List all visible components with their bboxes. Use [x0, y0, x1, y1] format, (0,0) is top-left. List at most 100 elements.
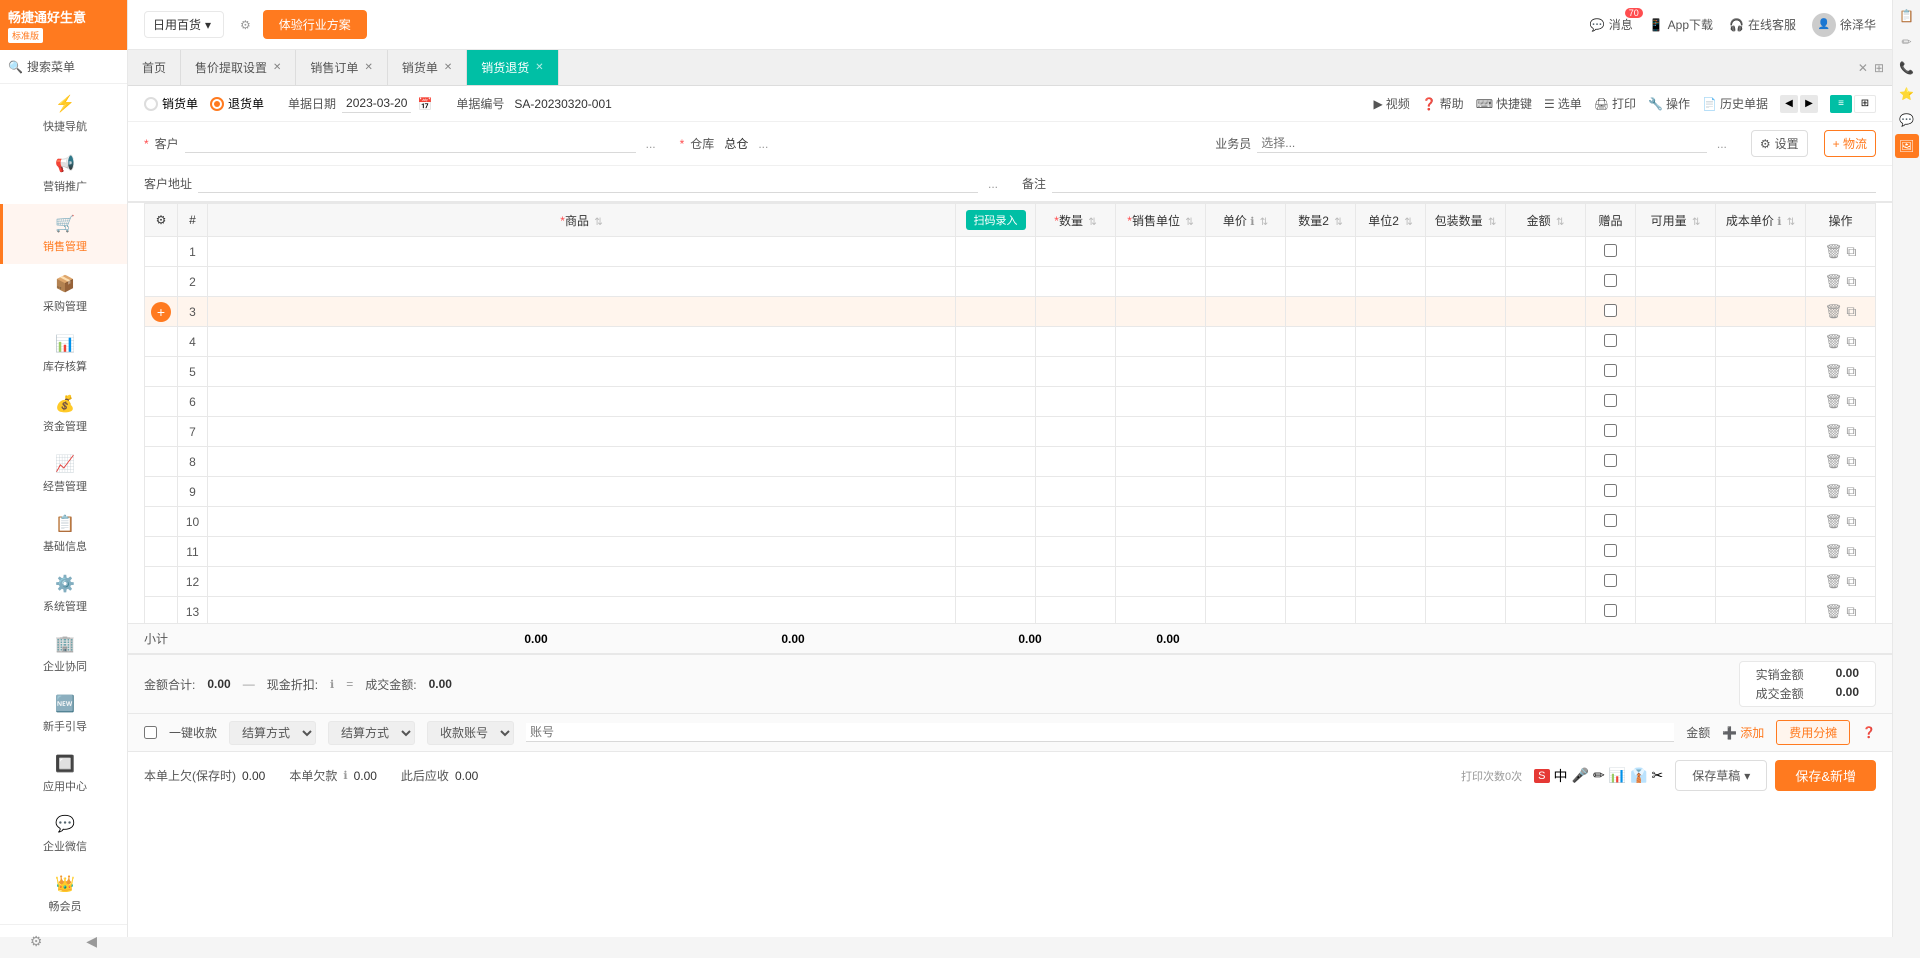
unit-input-10[interactable] — [1122, 515, 1199, 529]
sort-qty2-icon[interactable]: ⇅ — [1334, 217, 1342, 228]
product-cell-12[interactable] — [208, 567, 956, 597]
gift-cell-5[interactable] — [1586, 357, 1636, 387]
amount-cell-6[interactable] — [1506, 387, 1586, 417]
sidebar-item-wechat[interactable]: 💬 企业微信 — [0, 804, 127, 864]
amount-cell-3[interactable] — [1506, 297, 1586, 327]
available-cell-8[interactable] — [1636, 447, 1716, 477]
gift-checkbox-6[interactable] — [1604, 394, 1617, 407]
product-cell-10[interactable] — [208, 507, 956, 537]
pack-cell-7[interactable] — [1426, 417, 1506, 447]
cost-cell-3[interactable] — [1716, 297, 1806, 327]
pack-cell-4[interactable] — [1426, 327, 1506, 357]
cost-cell-13[interactable] — [1716, 597, 1806, 624]
gift-checkbox-7[interactable] — [1604, 424, 1617, 437]
unit2-cell-4[interactable] — [1356, 327, 1426, 357]
product-cell-8[interactable] — [208, 447, 956, 477]
add-logistics-button[interactable]: + 物流 — [1824, 130, 1876, 157]
unit-input-9[interactable] — [1122, 485, 1199, 499]
product-input-7[interactable] — [214, 425, 949, 439]
qty-cell-7[interactable] — [1036, 417, 1116, 447]
sidebar-item-system[interactable]: ⚙️ 系统管理 — [0, 564, 127, 624]
gift-cell-6[interactable] — [1586, 387, 1636, 417]
pack-cell-13[interactable] — [1426, 597, 1506, 624]
qty-input-9[interactable] — [1042, 485, 1109, 499]
unit-cell-1[interactable] — [1116, 237, 1206, 267]
qty-input-1[interactable] — [1042, 245, 1109, 259]
product-cell-4[interactable] — [208, 327, 956, 357]
tool6-icon[interactable]: ✂ — [1652, 767, 1664, 784]
tab-price-settings[interactable]: 售价提取设置 ✕ — [181, 50, 296, 85]
unit2-cell-10[interactable] — [1356, 507, 1426, 537]
available-cell-11[interactable] — [1636, 537, 1716, 567]
qty-cell-4[interactable] — [1036, 327, 1116, 357]
tool1-icon[interactable]: 中 — [1554, 766, 1568, 786]
qty2-cell-12[interactable] — [1286, 567, 1356, 597]
product-cell-7[interactable] — [208, 417, 956, 447]
product-cell-1[interactable] — [208, 237, 956, 267]
product-cell-2[interactable] — [208, 267, 956, 297]
close-tab-icon[interactable]: ✕ — [1858, 61, 1868, 75]
add-payment-button[interactable]: ➕ 添加 — [1722, 724, 1764, 741]
delete-icon-12[interactable]: 🗑 — [1825, 573, 1843, 590]
product-input-10[interactable] — [214, 515, 949, 529]
delete-icon-6[interactable]: 🗑 — [1825, 393, 1843, 410]
product-input-11[interactable] — [214, 545, 949, 559]
qty-cell-1[interactable] — [1036, 237, 1116, 267]
pack-cell-11[interactable] — [1426, 537, 1506, 567]
customer-input[interactable] — [185, 134, 636, 153]
unit2-cell-8[interactable] — [1356, 447, 1426, 477]
available-cell-4[interactable] — [1636, 327, 1716, 357]
copy-icon-9[interactable]: ⧉ — [1846, 483, 1856, 500]
account-select[interactable]: 收款账号 — [427, 721, 514, 745]
available-cell-9[interactable] — [1636, 477, 1716, 507]
available-cell-1[interactable] — [1636, 237, 1716, 267]
unit2-cell-7[interactable] — [1356, 417, 1426, 447]
qty-input-13[interactable] — [1042, 605, 1109, 619]
unit-cell-12[interactable] — [1116, 567, 1206, 597]
sort-cost-icon[interactable]: ⇅ — [1787, 217, 1795, 228]
unit-input-1[interactable] — [1122, 245, 1199, 259]
price-cell-9[interactable] — [1206, 477, 1286, 507]
date-value[interactable]: 2023-03-20 — [342, 94, 411, 113]
unit-input-11[interactable] — [1122, 545, 1199, 559]
product-input-12[interactable] — [214, 575, 949, 589]
product-input-1[interactable] — [214, 245, 949, 259]
gift-cell-2[interactable] — [1586, 267, 1636, 297]
tab-sales-order-close[interactable]: ✕ — [364, 62, 372, 73]
grid-view-button[interactable]: ⊞ — [1854, 95, 1876, 113]
sidebar-item-sales[interactable]: 🛒 销售管理 — [0, 204, 127, 264]
copy-icon-2[interactable]: ⧉ — [1846, 273, 1856, 290]
unit2-cell-2[interactable] — [1356, 267, 1426, 297]
settle-method-select[interactable]: 结算方式 — [229, 721, 316, 745]
remark-input[interactable] — [1052, 174, 1876, 193]
qty-input-5[interactable] — [1042, 365, 1109, 379]
select-doc-button[interactable]: ☰ 选单 — [1544, 95, 1582, 112]
unit2-cell-9[interactable] — [1356, 477, 1426, 507]
next-doc-button[interactable]: ▶ — [1800, 95, 1818, 113]
price-cell-2[interactable] — [1206, 267, 1286, 297]
cost-cell-7[interactable] — [1716, 417, 1806, 447]
pack-cell-12[interactable] — [1426, 567, 1506, 597]
copy-icon-11[interactable]: ⧉ — [1846, 543, 1856, 560]
qty-input-6[interactable] — [1042, 395, 1109, 409]
sidebar-item-apps[interactable]: 🔲 应用中心 — [0, 744, 127, 804]
gift-cell-11[interactable] — [1586, 537, 1636, 567]
gift-cell-4[interactable] — [1586, 327, 1636, 357]
delete-icon-10[interactable]: 🗑 — [1825, 513, 1843, 530]
copy-icon-10[interactable]: ⧉ — [1846, 513, 1856, 530]
right-icon-1[interactable]: 📋 — [1895, 4, 1919, 28]
gift-checkbox-9[interactable] — [1604, 484, 1617, 497]
add-row-button[interactable]: + — [151, 302, 171, 322]
unit2-cell-3[interactable] — [1356, 297, 1426, 327]
one-key-payment-checkbox[interactable] — [144, 726, 157, 739]
help-button[interactable]: ❓ 帮助 — [1422, 95, 1464, 112]
trial-plan-button[interactable]: 体验行业方案 — [263, 10, 367, 39]
warehouse-ellipsis-button[interactable]: ... — [758, 137, 768, 151]
price-cell-5[interactable] — [1206, 357, 1286, 387]
sort-unit2-icon[interactable]: ⇅ — [1404, 217, 1412, 228]
shortcut-button[interactable]: ⌨ 快捷键 — [1476, 95, 1532, 112]
sort-qty-icon[interactable]: ⇅ — [1088, 217, 1096, 228]
unit2-cell-11[interactable] — [1356, 537, 1426, 567]
unit-input-5[interactable] — [1122, 365, 1199, 379]
qty2-cell-5[interactable] — [1286, 357, 1356, 387]
